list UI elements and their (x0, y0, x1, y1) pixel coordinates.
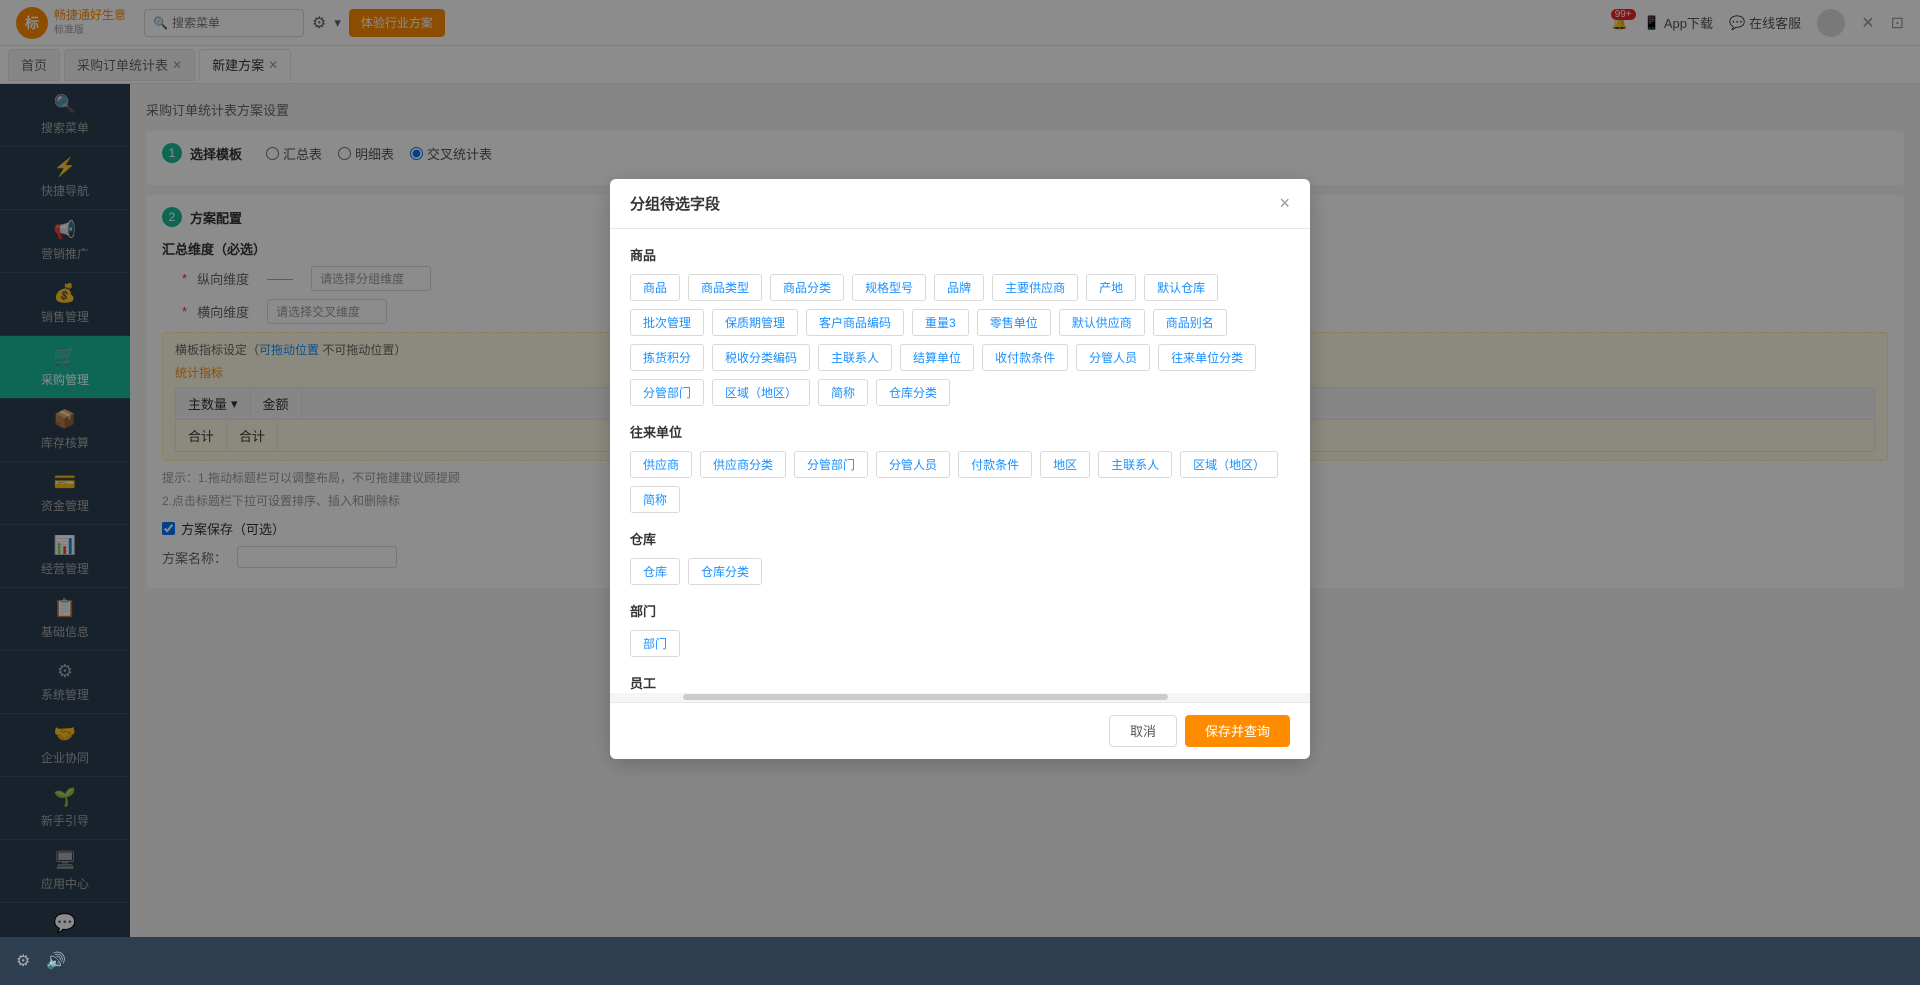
modal-footer: 取消 保存并查询 (610, 702, 1310, 759)
field-tag-alias[interactable]: 商品别名 (1153, 309, 1227, 336)
field-tag-partner-contact[interactable]: 主联系人 (1098, 451, 1172, 478)
field-tag-main-supplier[interactable]: 主要供应商 (992, 274, 1078, 301)
field-tag-pick-points[interactable]: 拣货积分 (630, 344, 704, 371)
field-tag-supervisor[interactable]: 分管人员 (1076, 344, 1150, 371)
field-tag-dept[interactable]: 分管部门 (630, 379, 704, 406)
field-tag-retail-unit[interactable]: 零售单位 (977, 309, 1051, 336)
field-select-modal: 分组待选字段 × 商品 商品 商品类型 商品分类 规格型号 品牌 主要供应商 产… (610, 179, 1310, 759)
field-tag-settle-unit[interactable]: 结算单位 (900, 344, 974, 371)
field-tag-main-contact[interactable]: 主联系人 (818, 344, 892, 371)
field-section-title-goods: 商品 (630, 245, 1290, 264)
field-tag-goods-category[interactable]: 商品分类 (770, 274, 844, 301)
field-section-goods: 商品 商品 商品类型 商品分类 规格型号 品牌 主要供应商 产地 默认仓库 批次… (630, 245, 1290, 406)
modal-overlay: 分组待选字段 × 商品 商品 商品类型 商品分类 规格型号 品牌 主要供应商 产… (0, 0, 1920, 937)
field-section-title-warehouse: 仓库 (630, 529, 1290, 548)
field-section-department: 部门 部门 (630, 601, 1290, 657)
field-tag-default-supplier[interactable]: 默认供应商 (1059, 309, 1145, 336)
modal-body: 商品 商品 商品类型 商品分类 规格型号 品牌 主要供应商 产地 默认仓库 批次… (610, 229, 1310, 694)
field-section-title-dept: 部门 (630, 601, 1290, 620)
field-tag-warehouse-category[interactable]: 仓库分类 (688, 558, 762, 585)
field-tag-warehouse-cat[interactable]: 仓库分类 (876, 379, 950, 406)
field-tags-partner: 供应商 供应商分类 分管部门 分管人员 付款条件 地区 主联系人 区域（地区） … (630, 451, 1290, 513)
field-tag-partner-dept[interactable]: 分管部门 (794, 451, 868, 478)
field-tag-region[interactable]: 区域（地区） (712, 379, 810, 406)
field-tag-partner-supervisor[interactable]: 分管人员 (876, 451, 950, 478)
field-tag-goods-type[interactable]: 商品类型 (688, 274, 762, 301)
field-tag-brand[interactable]: 品牌 (934, 274, 984, 301)
field-tag-customer-code[interactable]: 客户商品编码 (806, 309, 904, 336)
field-tags-warehouse: 仓库 仓库分类 (630, 558, 1290, 585)
field-section-title-partner: 往来单位 (630, 422, 1290, 441)
field-tag-origin[interactable]: 产地 (1086, 274, 1136, 301)
field-tag-partner-region[interactable]: 区域（地区） (1180, 451, 1278, 478)
hscroll-thumb (683, 694, 1167, 700)
field-tags-goods: 商品 商品类型 商品分类 规格型号 品牌 主要供应商 产地 默认仓库 批次管理 … (630, 274, 1290, 406)
field-tag-weight[interactable]: 重量3 (912, 309, 969, 336)
bottom-volume-icon[interactable]: 🔊 (46, 951, 66, 971)
field-tag-shelf-life[interactable]: 保质期管理 (712, 309, 798, 336)
modal-cancel-btn[interactable]: 取消 (1109, 715, 1177, 747)
modal-close-btn[interactable]: × (1279, 194, 1290, 212)
field-tag-department[interactable]: 部门 (630, 630, 680, 657)
modal-confirm-btn[interactable]: 保存并查询 (1185, 715, 1290, 747)
field-tags-dept: 部门 (630, 630, 1290, 657)
field-tag-supplier-cat[interactable]: 供应商分类 (700, 451, 786, 478)
field-tag-pay-terms[interactable]: 付款条件 (958, 451, 1032, 478)
field-tag-partner-abbr[interactable]: 简称 (630, 486, 680, 513)
field-tag-warehouse[interactable]: 仓库 (630, 558, 680, 585)
field-tag-batch[interactable]: 批次管理 (630, 309, 704, 336)
field-tag-area[interactable]: 地区 (1040, 451, 1090, 478)
field-tag-abbr[interactable]: 简称 (818, 379, 868, 406)
field-section-partner: 往来单位 供应商 供应商分类 分管部门 分管人员 付款条件 地区 主联系人 区域… (630, 422, 1290, 513)
field-tag-spec[interactable]: 规格型号 (852, 274, 926, 301)
field-section-warehouse: 仓库 仓库 仓库分类 (630, 529, 1290, 585)
modal-title: 分组待选字段 (630, 193, 720, 214)
field-tag-payment-terms[interactable]: 收付款条件 (982, 344, 1068, 371)
field-tag-goods[interactable]: 商品 (630, 274, 680, 301)
field-tag-partner-category[interactable]: 往来单位分类 (1158, 344, 1256, 371)
field-tag-supplier[interactable]: 供应商 (630, 451, 692, 478)
field-tag-tax-code[interactable]: 税收分类编码 (712, 344, 810, 371)
field-section-staff: 员工 业务员 (630, 673, 1290, 694)
bottom-toolbar: ⚙ 🔊 (0, 937, 1920, 985)
modal-header: 分组待选字段 × (610, 179, 1310, 229)
bottom-settings-icon[interactable]: ⚙ (16, 951, 30, 971)
modal-hscrollbar[interactable] (610, 693, 1310, 701)
field-section-title-staff: 员工 (630, 673, 1290, 692)
field-tag-default-warehouse[interactable]: 默认仓库 (1144, 274, 1218, 301)
